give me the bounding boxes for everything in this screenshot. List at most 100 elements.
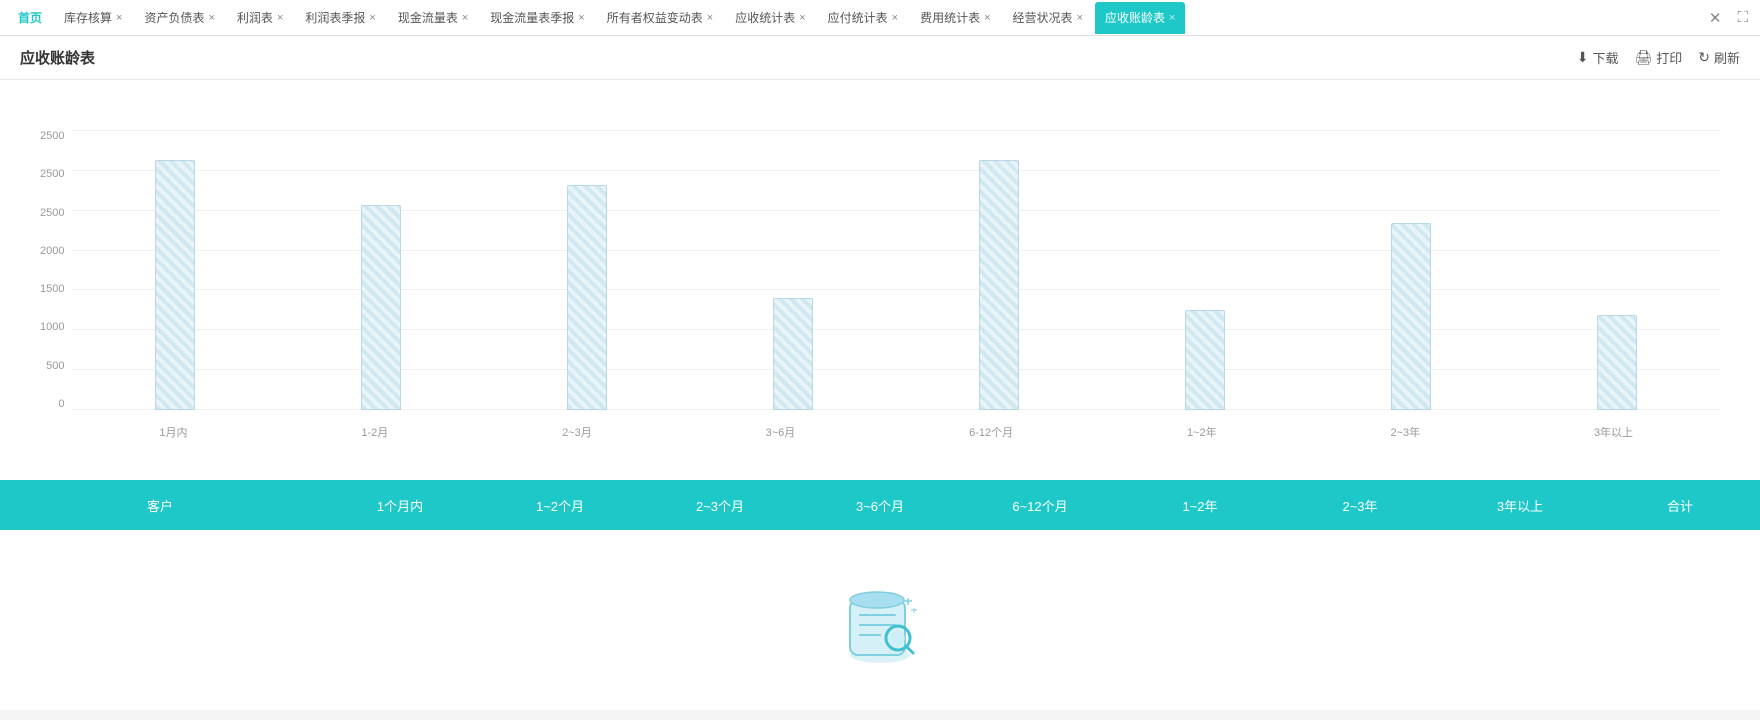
table-header-cell: 1~2年 xyxy=(1120,496,1280,515)
close-icon[interactable]: × xyxy=(707,12,713,24)
x-axis-label: 3年以上 xyxy=(1594,424,1633,440)
tab-bar: 首页 库存核算×资产负债表×利润表×利润表季报×现金流量表×现金流量表季报×所有… xyxy=(0,0,1760,36)
chart-y-axis: 2500 2500 2500 2000 1500 1000 500 0 xyxy=(40,130,72,410)
table-header-cell: 6~12个月 xyxy=(960,496,1120,515)
x-axis-label: 1月内 xyxy=(159,424,187,440)
chart-bar[interactable] xyxy=(1597,315,1637,410)
y-axis-label: 2500 xyxy=(40,168,64,180)
page-title: 应收账龄表 xyxy=(20,47,95,68)
tab-label: 现金流量表季报 xyxy=(490,9,574,26)
chart-x-labels: 1月内1-2月2~3月3~6月6-12个月1~2年2~3年3年以上 xyxy=(72,424,1720,440)
bar-group xyxy=(1597,315,1637,410)
tab-cashflow[interactable]: 现金流量表 × xyxy=(388,2,478,34)
bar-group xyxy=(1185,310,1225,410)
y-axis-label: 2500 xyxy=(40,130,64,142)
bar-group xyxy=(361,205,401,410)
download-label: 下载 xyxy=(1592,48,1618,67)
table-header: 客户1个月内1~2个月2~3个月3~6个月6~12个月1~2年2~3年3年以上合… xyxy=(0,480,1760,530)
chart-bar[interactable] xyxy=(1185,310,1225,410)
tab-ar-stats[interactable]: 应收统计表 × xyxy=(725,2,815,34)
tab-inventory[interactable]: 库存核算 × xyxy=(54,2,132,34)
page-header: 应收账龄表 ⬇ 下载 🖨 打印 ↻ 刷新 xyxy=(0,36,1760,80)
table-header-cell: 1个月内 xyxy=(320,496,480,515)
chart-container: 2500250025002000150010005000 1月内1 xyxy=(40,100,1720,440)
y-axis-label: 1500 xyxy=(40,283,64,295)
y-axis-label: 0 xyxy=(58,398,64,410)
tab-ar-aging[interactable]: 应收账龄表 × xyxy=(1095,2,1185,34)
table-header-cell: 3年以上 xyxy=(1440,496,1600,515)
empty-state xyxy=(0,530,1760,710)
table-header-cell: 合计 xyxy=(1600,496,1760,515)
close-icon[interactable]: × xyxy=(369,12,375,24)
chart-bar[interactable] xyxy=(155,160,195,410)
y-axis-label: 2000 xyxy=(40,245,64,257)
tab-label: 经营状况表 xyxy=(1013,9,1073,26)
tab-home[interactable]: 首页 xyxy=(8,2,52,34)
close-icon[interactable]: × xyxy=(578,12,584,24)
tab-bar-actions: ✕ ⛶ xyxy=(1705,5,1752,31)
main-content: 2500250025002000150010005000 1月内1 xyxy=(0,80,1760,710)
tab-equity[interactable]: 所有者权益变动表 × xyxy=(597,2,723,34)
tab-label: 所有者权益变动表 xyxy=(607,9,703,26)
table-header-cell: 2~3年 xyxy=(1280,496,1440,515)
download-icon: ⬇ xyxy=(1577,49,1589,66)
close-icon[interactable]: × xyxy=(799,12,805,24)
tab-profit-quarterly[interactable]: 利润表季报 × xyxy=(295,2,385,34)
chart-bar[interactable] xyxy=(773,298,813,411)
close-icon[interactable]: × xyxy=(1169,12,1175,24)
chart-area: 2500250025002000150010005000 1月内1 xyxy=(0,80,1760,480)
header-actions: ⬇ 下载 🖨 打印 ↻ 刷新 xyxy=(1577,48,1740,67)
tab-profit[interactable]: 利润表 × xyxy=(227,2,293,34)
table-header-cell: 2~3个月 xyxy=(640,496,800,515)
tab-label: 费用统计表 xyxy=(920,9,980,26)
bar-group xyxy=(1391,223,1431,411)
y-axis-label: 2500 xyxy=(40,207,64,219)
tab-label: 应收统计表 xyxy=(735,9,795,26)
table-header-cell: 客户 xyxy=(0,496,320,515)
chart-bar[interactable] xyxy=(361,205,401,410)
refresh-icon: ↻ xyxy=(1698,49,1710,66)
x-axis-label: 1~2年 xyxy=(1187,424,1217,440)
home-tab-label: 首页 xyxy=(18,9,42,26)
tab-business[interactable]: 经营状况表 × xyxy=(1003,2,1093,34)
tab-label: 应付统计表 xyxy=(828,9,888,26)
x-axis-label: 3~6月 xyxy=(766,424,796,440)
bar-group xyxy=(979,160,1019,410)
print-button[interactable]: 🖨 打印 xyxy=(1634,48,1682,67)
bar-group xyxy=(155,160,195,410)
close-icon[interactable]: × xyxy=(208,12,214,24)
close-icon[interactable]: × xyxy=(277,12,283,24)
chart-bars-row xyxy=(72,130,1720,410)
chart-bar[interactable] xyxy=(1391,223,1431,411)
print-icon: 🖨 xyxy=(1634,49,1652,66)
tab-label: 现金流量表 xyxy=(398,9,458,26)
y-axis-label: 1000 xyxy=(40,321,64,333)
tab-label: 利润表 xyxy=(237,9,273,26)
close-icon[interactable]: × xyxy=(984,12,990,24)
chart-plot: 1月内1-2月2~3月3~6月6-12个月1~2年2~3年3年以上 xyxy=(72,130,1720,440)
maximize-button[interactable]: ⛶ xyxy=(1733,5,1752,30)
table-header-cell: 1~2个月 xyxy=(480,496,640,515)
download-button[interactable]: ⬇ 下载 xyxy=(1577,48,1619,67)
tab-label: 库存核算 xyxy=(64,9,112,26)
x-axis-label: 6-12个月 xyxy=(969,424,1013,440)
minimize-button[interactable]: ✕ xyxy=(1705,5,1726,31)
tab-ap-stats[interactable]: 应付统计表 × xyxy=(818,2,908,34)
empty-document-icon xyxy=(830,570,930,670)
close-icon[interactable]: × xyxy=(462,12,468,24)
close-icon[interactable]: × xyxy=(1077,12,1083,24)
tab-label: 应收账龄表 xyxy=(1105,9,1165,26)
tab-expense-stats[interactable]: 费用统计表 × xyxy=(910,2,1000,34)
refresh-button[interactable]: ↻ 刷新 xyxy=(1698,48,1740,67)
close-icon[interactable]: × xyxy=(116,12,122,24)
chart-bar[interactable] xyxy=(979,160,1019,410)
tab-balance-sheet[interactable]: 资产负债表× xyxy=(134,2,224,34)
close-icon[interactable]: × xyxy=(892,12,898,24)
tab-cashflow-quarterly[interactable]: 现金流量表季报 × xyxy=(480,2,594,34)
x-axis-label: 2~3月 xyxy=(562,424,592,440)
tab-label: 利润表季报 xyxy=(305,9,365,26)
refresh-label: 刷新 xyxy=(1714,48,1740,67)
bar-group xyxy=(773,298,813,411)
chart-bar[interactable] xyxy=(567,185,607,410)
y-axis-label: 500 xyxy=(46,360,64,372)
